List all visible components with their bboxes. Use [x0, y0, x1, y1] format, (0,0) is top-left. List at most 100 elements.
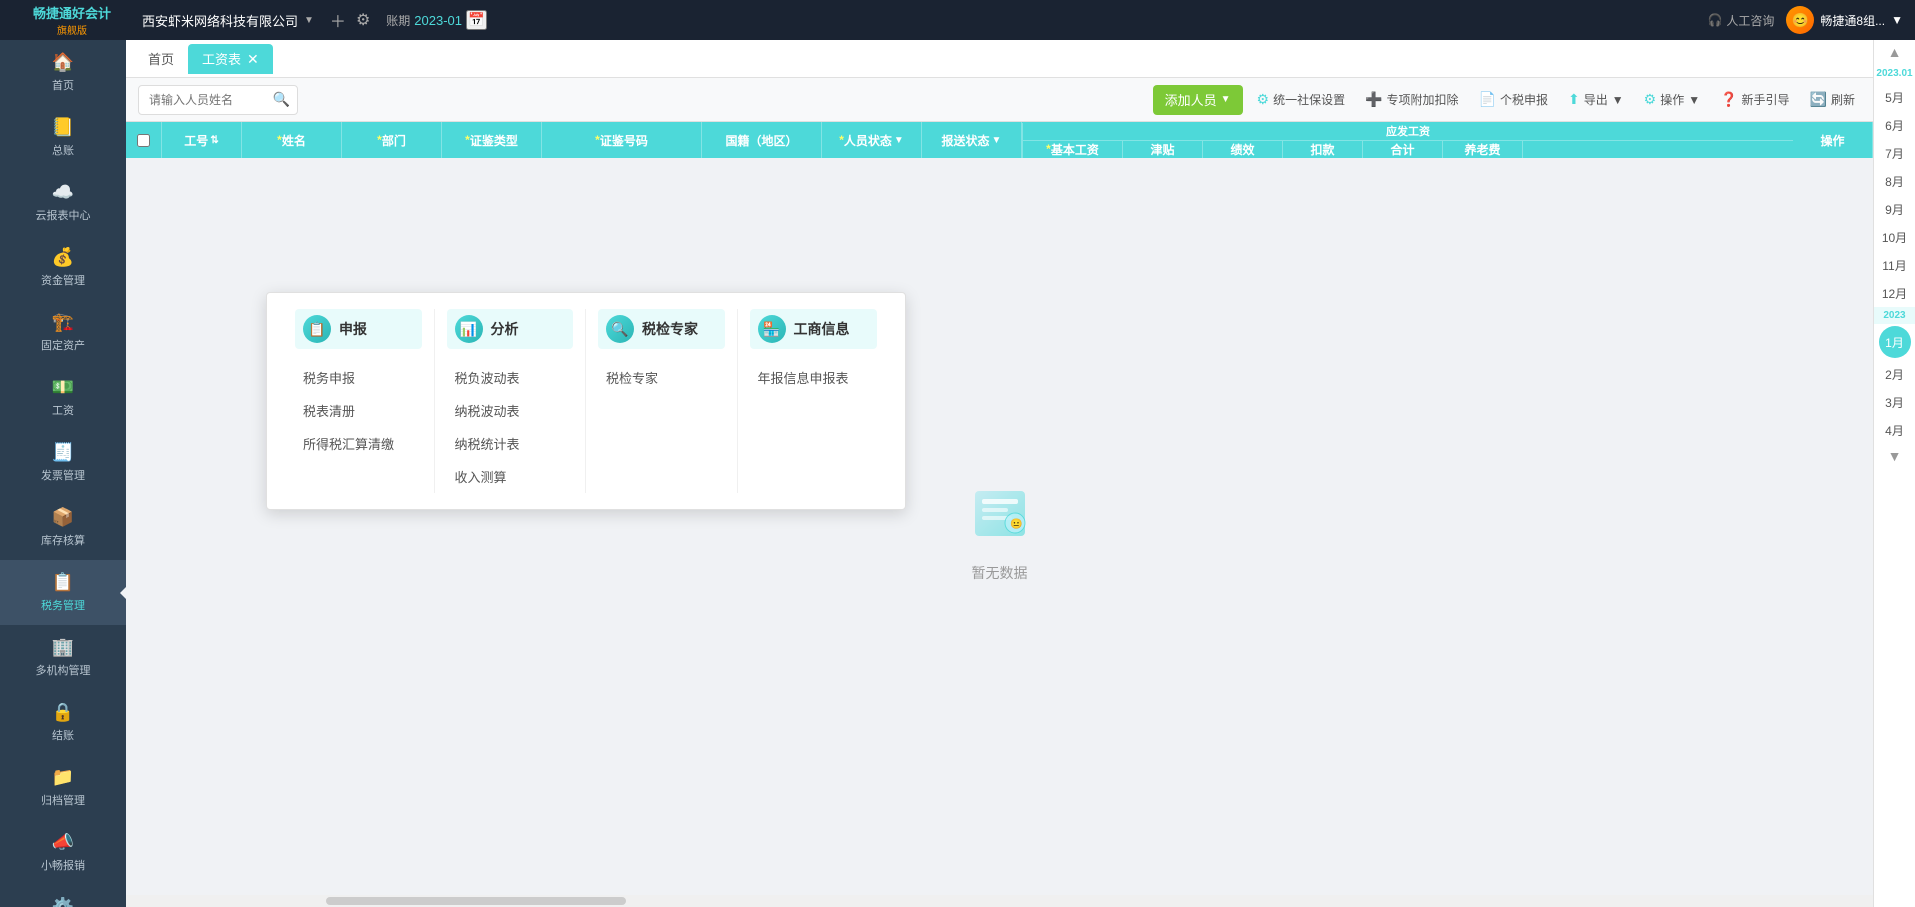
- tax-expert-col-icon: 🔍: [606, 315, 634, 343]
- special-deduction-button[interactable]: ➕ 专项附加扣除: [1359, 85, 1464, 115]
- date-nav-down[interactable]: ▼: [1874, 444, 1915, 468]
- user-name: 畅捷通8组...: [1820, 12, 1885, 29]
- th-id-sort[interactable]: ⇅: [210, 135, 218, 146]
- operation-label: 操作: [1660, 91, 1684, 108]
- income-calc-label: 收入测算: [455, 470, 507, 485]
- sidebar-item-funds[interactable]: 💰 资金管理: [0, 235, 126, 300]
- date-month-3[interactable]: 3月: [1874, 388, 1915, 416]
- add-company-button[interactable]: ＋: [330, 8, 346, 32]
- sidebar-label-settlement: 结账: [52, 727, 74, 743]
- sidebar-label-payroll: 工资: [52, 402, 74, 418]
- analysis-col-title: 分析: [491, 319, 519, 339]
- company-selector[interactable]: 西安虾米网络科技有限公司 ▼: [142, 11, 314, 30]
- analysis-col-icon: 📊: [455, 315, 483, 343]
- new-guide-button[interactable]: ❓ 新手引导: [1714, 85, 1795, 115]
- sidebar-item-multi-org[interactable]: 🏢 多机构管理: [0, 625, 126, 690]
- add-person-label: 添加人员: [1165, 90, 1217, 109]
- date-month-1[interactable]: 1月: [1879, 326, 1911, 358]
- income-tax-calc-label: 所得税汇算清缴: [303, 437, 394, 452]
- declaration-col-icon: 📋: [303, 315, 331, 343]
- dropdown-item-tax-stats[interactable]: 纳税统计表: [447, 427, 574, 460]
- dropdown-item-income-tax-calc[interactable]: 所得税汇算清缴: [295, 427, 422, 460]
- date-month-4[interactable]: 4月: [1874, 416, 1915, 444]
- settings-icon: ⚙️: [52, 897, 74, 907]
- sidebar-item-marketing[interactable]: 📣 小畅报销: [0, 820, 126, 885]
- tab-payroll-close[interactable]: ✕: [247, 52, 259, 66]
- date-month-10[interactable]: 10月: [1874, 223, 1915, 251]
- th-report-status-filter[interactable]: ▼: [992, 135, 1002, 146]
- export-button[interactable]: ⬆ 导出 ▼: [1562, 85, 1630, 115]
- scrollbar-thumb[interactable]: [326, 897, 626, 905]
- sidebar-item-invoice[interactable]: 🧾 发票管理: [0, 430, 126, 495]
- sidebar-item-payroll[interactable]: 💵 工资: [0, 365, 126, 430]
- date-month-6[interactable]: 6月: [1874, 111, 1915, 139]
- tab-payroll-label: 工资表: [202, 49, 241, 68]
- dropdown-col-header-tax-expert: 🔍 税检专家: [598, 309, 725, 349]
- empty-state: 😐 暂无数据: [960, 471, 1040, 583]
- dropdown-item-income-calc[interactable]: 收入测算: [447, 460, 574, 493]
- th-report-status: 报送状态 ▼: [922, 122, 1022, 158]
- tax-declaration-icon: 📄: [1479, 91, 1496, 108]
- refresh-button[interactable]: 🔄 刷新: [1804, 85, 1861, 115]
- date-nav-up[interactable]: ▲: [1874, 40, 1915, 64]
- invoice-icon: 🧾: [52, 442, 74, 463]
- add-person-button[interactable]: 添加人员 ▼: [1153, 85, 1243, 115]
- sidebar-item-settlement[interactable]: 🔒 结账: [0, 690, 126, 755]
- export-label: 导出: [1584, 91, 1608, 108]
- app-title: 畅捷通好会计: [33, 3, 111, 22]
- calendar-icon[interactable]: 📅: [466, 10, 487, 30]
- company-dropdown-arrow[interactable]: ▼: [304, 15, 314, 26]
- date-month-11[interactable]: 11月: [1874, 251, 1915, 279]
- th-total: 合计: [1363, 141, 1443, 158]
- sidebar-item-assets[interactable]: 🏗️ 固定资产: [0, 300, 126, 365]
- date-month-5[interactable]: 5月: [1874, 83, 1915, 111]
- th-id-label: 工号: [184, 132, 208, 149]
- sidebar-label-ledger: 总账: [52, 142, 74, 158]
- help-button[interactable]: 🎧 人工咨询: [1707, 12, 1774, 29]
- tax-declaration-button[interactable]: 📄 个税申报: [1473, 85, 1554, 115]
- dropdown-item-tax-check[interactable]: 税检专家: [598, 361, 725, 394]
- th-cert-type-label: 证鉴类型: [470, 132, 518, 149]
- operation-icon: ⚙: [1644, 91, 1657, 108]
- sidebar-item-archive[interactable]: 📁 归档管理: [0, 755, 126, 820]
- tab-bar: 首页 工资表 ✕: [126, 40, 1873, 78]
- bottom-scrollbar[interactable]: [126, 895, 1873, 907]
- dropdown-item-annual-report[interactable]: 年报信息申报表: [750, 361, 878, 394]
- tab-payroll[interactable]: 工资表 ✕: [188, 44, 273, 74]
- tab-home[interactable]: 首页: [134, 44, 188, 74]
- sidebar-item-ledger[interactable]: 📒 总账: [0, 105, 126, 170]
- date-year-2023: 2023: [1874, 307, 1915, 324]
- date-month-9[interactable]: 9月: [1874, 195, 1915, 223]
- dropdown-item-tax-report[interactable]: 税务申报: [295, 361, 422, 394]
- th-checkbox[interactable]: [126, 122, 162, 158]
- select-all-checkbox[interactable]: [137, 134, 150, 147]
- th-status-label: 人员状态: [844, 132, 892, 149]
- sidebar-item-home[interactable]: 🏠 首页: [0, 40, 126, 105]
- sidebar-item-tax[interactable]: 📋 税务管理: [0, 560, 126, 625]
- business-info-col-icon: 🏪: [758, 315, 786, 343]
- social-insurance-button[interactable]: ⚙ 统一社保设置: [1251, 85, 1352, 115]
- user-info[interactable]: 😊 畅捷通8组... ▼: [1786, 6, 1903, 34]
- logo-area: 畅捷通好会计 旗舰版: [12, 3, 132, 37]
- date-month-7[interactable]: 7月: [1874, 139, 1915, 167]
- ledger-icon: 📒: [52, 117, 74, 138]
- operation-button[interactable]: ⚙ 操作 ▼: [1638, 85, 1706, 115]
- date-month-2[interactable]: 2月: [1874, 360, 1915, 388]
- dropdown-item-tax-payment[interactable]: 纳税波动表: [447, 394, 574, 427]
- export-icon: ⬆: [1568, 91, 1580, 108]
- sidebar-item-inventory[interactable]: 📦 库存核算: [0, 495, 126, 560]
- th-status-filter[interactable]: ▼: [894, 135, 904, 146]
- settings-button[interactable]: ⚙: [356, 10, 370, 30]
- user-dropdown-arrow[interactable]: ▼: [1891, 13, 1903, 27]
- special-deduction-label: 专项附加扣除: [1387, 91, 1459, 108]
- tab-home-label: 首页: [148, 49, 174, 68]
- dropdown-item-tax-burden[interactable]: 税负波动表: [447, 361, 574, 394]
- dropdown-item-tax-form[interactable]: 税表清册: [295, 394, 422, 427]
- date-month-8[interactable]: 8月: [1874, 167, 1915, 195]
- dropdown-col-declaration: 📋 申报 税务申报 税表清册 所得税汇算清缴: [283, 309, 435, 493]
- sidebar-item-cloud[interactable]: ☁️ 云报表中心: [0, 170, 126, 235]
- sidebar-item-settings[interactable]: ⚙️ 基础设置: [0, 885, 126, 907]
- date-month-12[interactable]: 12月: [1874, 279, 1915, 307]
- th-cert-no-label: 证鉴号码: [600, 132, 648, 149]
- payroll-group: 应发工资 *基本工资 津贴 绩效 扣款: [1022, 123, 1793, 158]
